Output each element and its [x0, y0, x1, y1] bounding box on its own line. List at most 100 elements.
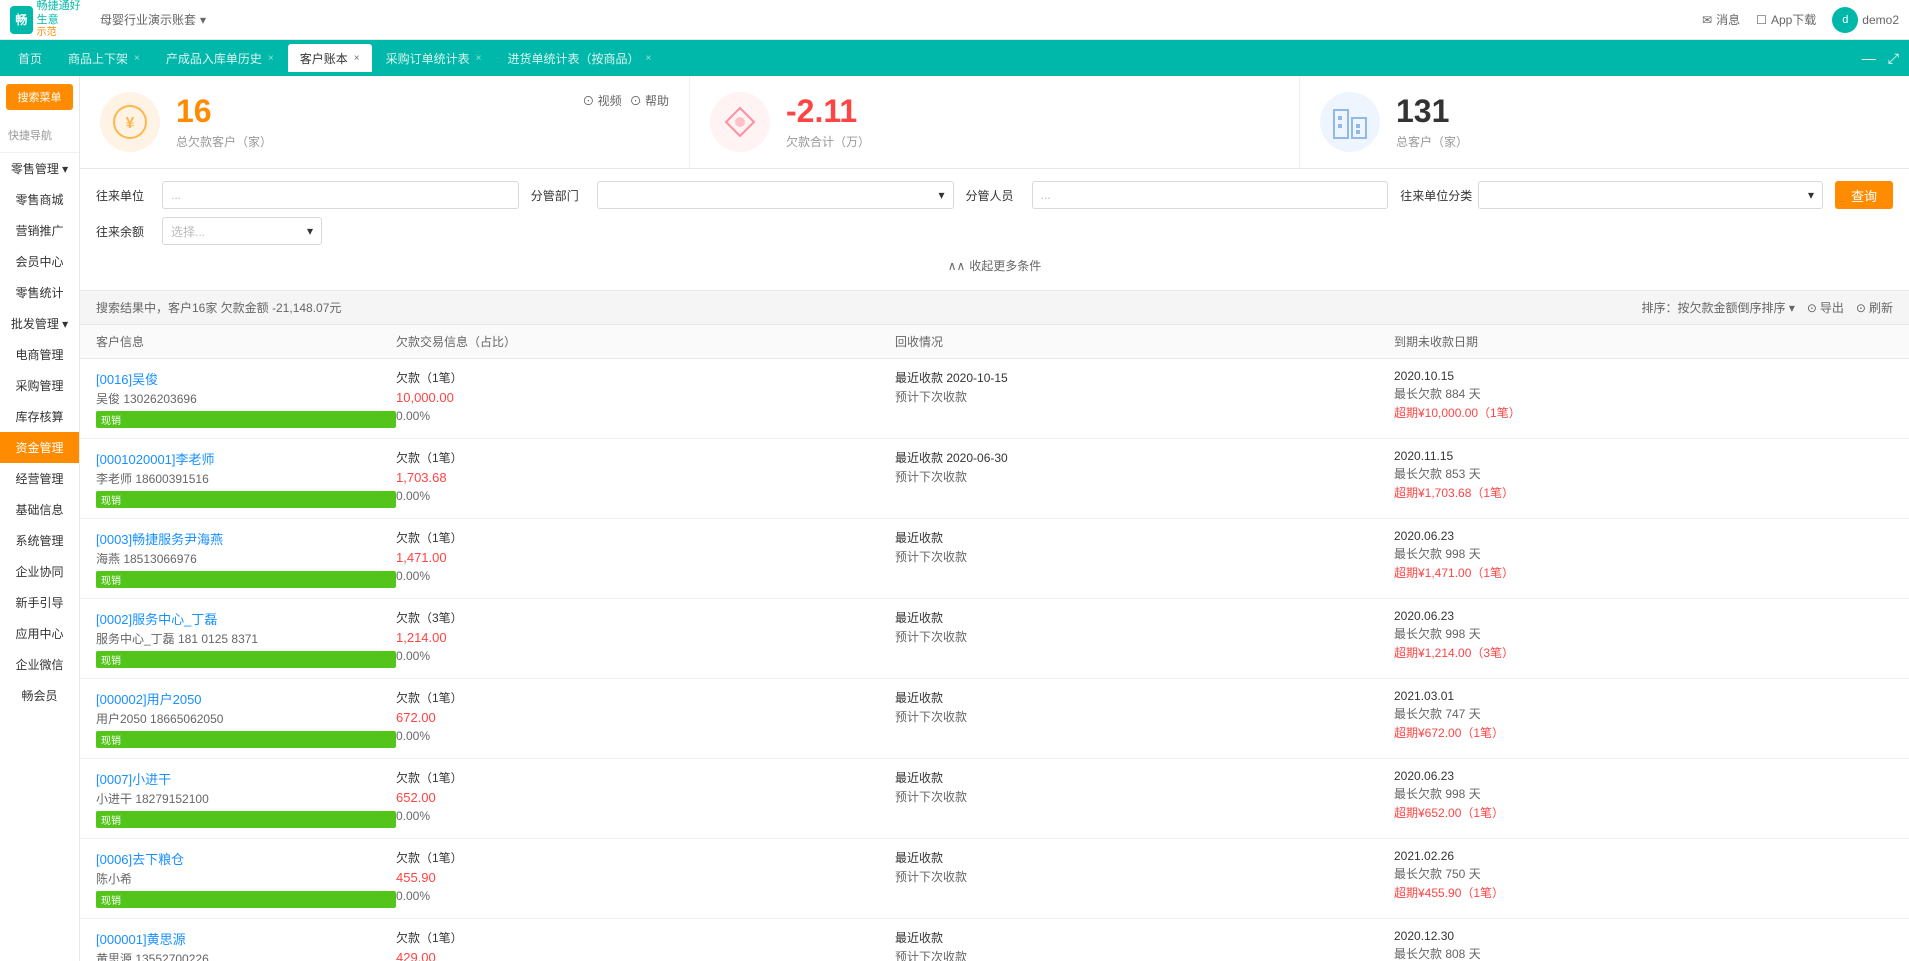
filter-input-person[interactable]: ... — [1032, 181, 1389, 209]
sidebar-item-wholesale-management[interactable]: 批发管理 ▾ — [0, 308, 79, 339]
overdue-date: 2020.12.30 — [1394, 929, 1893, 943]
store-selector[interactable]: 母婴行业演示账套 ▾ — [100, 11, 206, 28]
tab-close-purchase-stats[interactable]: × — [645, 53, 651, 64]
stat-video-link[interactable]: ⊙ 视频 — [582, 92, 621, 109]
stat-icon-diamond — [710, 92, 770, 152]
debt-count: 欠款（1笔） — [396, 369, 895, 386]
main-layout: 搜索菜单 快捷导航 零售管理 ▾ 零售商城 营销推广 会员中心 零售统计 批发管… — [0, 76, 1909, 961]
overdue-link[interactable]: 超期¥672.00（1笔） — [1394, 724, 1893, 741]
sidebar-item-retail-stats[interactable]: 零售统计 — [0, 277, 79, 308]
filter-select-category[interactable]: ▾ — [1478, 181, 1823, 209]
sidebar-item-chang-member[interactable]: 畅会员 — [0, 680, 79, 711]
customer-name-link[interactable]: [0006]去下粮仓 — [96, 849, 396, 868]
refresh-button[interactable]: ⊙ 刷新 — [1856, 299, 1893, 316]
overdue-link[interactable]: 超期¥1,471.00（1笔） — [1394, 564, 1893, 581]
last-collection: 最近收款 — [895, 849, 1394, 866]
overdue-link[interactable]: 超期¥1,214.00（3笔） — [1394, 644, 1893, 661]
debt-info: 欠款（1笔） 1,471.00 0.00% — [396, 529, 895, 583]
overdue-link[interactable]: 超期¥652.00（1笔） — [1394, 804, 1893, 821]
stat-value-total-customers: 131 — [1396, 95, 1468, 127]
sidebar-item-basic-info[interactable]: 基础信息 — [0, 494, 79, 525]
sidebar-item-retail-mall[interactable]: 零售商城 — [0, 184, 79, 215]
debt-amount: 455.90 — [396, 870, 895, 885]
tab-close-customer-account[interactable]: × — [354, 53, 360, 64]
refresh-icon: ⊙ — [1856, 301, 1866, 315]
overdue-days: 最长欠款 750 天 — [1394, 865, 1893, 882]
overdue-info: 2020.06.23 最长欠款 998 天 超期¥1,471.00（1笔） — [1394, 529, 1893, 581]
collapse-button[interactable]: ∧∧ 收起更多条件 — [936, 253, 1054, 278]
sidebar-item-finance[interactable]: 资金管理 — [0, 432, 79, 463]
filter-label-person: 分管人员 — [966, 187, 1026, 204]
next-collection: 预计下次收款 — [895, 628, 1394, 645]
sidebar-item-marketing[interactable]: 营销推广 — [0, 215, 79, 246]
sidebar-item-enterprise-wechat[interactable]: 企业微信 — [0, 649, 79, 680]
overdue-link[interactable]: 超期¥10,000.00（1笔） — [1394, 404, 1893, 421]
search-button[interactable]: 查询 — [1835, 181, 1893, 209]
tab-minimize-btn[interactable]: — — [1858, 48, 1880, 69]
tab-close-product-shelf[interactable]: × — [134, 53, 140, 64]
user-menu[interactable]: d demo2 — [1832, 7, 1899, 33]
filter-label-dept: 分管部门 — [531, 187, 591, 204]
customer-name-link[interactable]: [0001020001]李老师 — [96, 449, 396, 468]
tab-maximize-btn[interactable]: ⤢ — [1884, 48, 1903, 69]
debt-amount: 1,703.68 — [396, 470, 895, 485]
overdue-days: 最长欠款 998 天 — [1394, 625, 1893, 642]
table-row: [0003]畅捷服务尹海燕 海燕 18513066976 现销 欠款（1笔） 1… — [80, 519, 1909, 599]
sidebar-item-enterprise-collab[interactable]: 企业协同 — [0, 556, 79, 587]
sidebar-item-retail-management[interactable]: 零售管理 ▾ — [0, 153, 79, 184]
customer-tag: 现销 — [96, 811, 396, 828]
customer-name-link[interactable]: [0007]小进干 — [96, 769, 396, 788]
tab-home[interactable]: 首页 — [6, 44, 54, 72]
sidebar-item-operations[interactable]: 经营管理 — [0, 463, 79, 494]
sidebar-search-btn[interactable]: 搜索菜单 — [6, 84, 73, 110]
sidebar-item-inventory[interactable]: 库存核算 — [0, 401, 79, 432]
tab-customer-account[interactable]: 客户账本 × — [288, 44, 372, 72]
overdue-link[interactable]: 超期¥455.90（1笔） — [1394, 884, 1893, 901]
message-btn[interactable]: ✉ 消息 — [1702, 11, 1740, 28]
debt-count: 欠款（3笔） — [396, 609, 895, 626]
collection-info: 最近收款 预计下次收款 — [895, 609, 1394, 645]
stat-info-total-customers: 131 总客户（家） — [1396, 95, 1468, 150]
tab-close-product-history[interactable]: × — [268, 53, 274, 64]
tab-close-purchase-order[interactable]: × — [476, 53, 482, 64]
overdue-link[interactable]: 超期¥1,703.68（1笔） — [1394, 484, 1893, 501]
filter-input-unit[interactable]: ... — [162, 181, 519, 209]
stat-help-link[interactable]: ⊙ 帮助 — [630, 92, 669, 109]
export-button[interactable]: ⊙ 导出 — [1807, 299, 1844, 316]
filter-item-category: 往来单位分类 ▾ — [1400, 181, 1823, 209]
collection-info: 最近收款 2020-06-30 预计下次收款 — [895, 449, 1394, 485]
filter-select-balance[interactable]: 选择... ▾ — [162, 217, 322, 245]
tab-purchase-order[interactable]: 采购订单统计表 × — [374, 44, 494, 72]
filter-select-dept[interactable]: ▾ — [597, 181, 954, 209]
debt-amount: 652.00 — [396, 790, 895, 805]
last-collection: 最近收款 — [895, 689, 1394, 706]
stat-card-total-customers: 131 总客户（家） — [1300, 76, 1909, 168]
result-actions: 排序：按欠款金额倒序排序 ▾ ⊙ 导出 ⊙ 刷新 — [1641, 299, 1893, 316]
sidebar-item-system[interactable]: 系统管理 — [0, 525, 79, 556]
debt-info: 欠款（1笔） 1,703.68 0.00% — [396, 449, 895, 503]
sidebar-item-new-guide[interactable]: 新手引导 — [0, 587, 79, 618]
sidebar-item-ecommerce[interactable]: 电商管理 — [0, 339, 79, 370]
sidebar-item-purchase[interactable]: 采购管理 — [0, 370, 79, 401]
customer-name-link[interactable]: [000002]用户2050 — [96, 689, 396, 708]
customer-name-link[interactable]: [0003]畅捷服务尹海燕 — [96, 529, 396, 548]
tab-purchase-stats[interactable]: 进货单统计表（按商品） × — [495, 44, 663, 72]
customer-info: [0002]服务中心_丁磊 服务中心_丁磊 181 0125 8371 现销 — [96, 609, 396, 668]
customer-info: [0001020001]李老师 李老师 18600391516 现销 — [96, 449, 396, 508]
customer-name-link[interactable]: [0016]吴俊 — [96, 369, 396, 388]
col-header-collection: 回收情况 — [895, 333, 1394, 350]
customer-name-link[interactable]: [000001]黄思源 — [96, 929, 396, 948]
customer-info: [0016]吴俊 吴俊 13026203696 现销 — [96, 369, 396, 428]
collection-info: 最近收款 预计下次收款 — [895, 849, 1394, 885]
tab-product-history[interactable]: 产成品入库单历史 × — [154, 44, 286, 72]
customer-name-link[interactable]: [0002]服务中心_丁磊 — [96, 609, 396, 628]
top-bar: 畅 畅捷通好生意 示范 母婴行业演示账套 ▾ ✉ 消息 ☐ App下载 d de… — [0, 0, 1909, 40]
sidebar-item-app-center[interactable]: 应用中心 — [0, 618, 79, 649]
tab-product-shelf[interactable]: 商品上下架 × — [56, 44, 152, 72]
app-download-btn[interactable]: ☐ App下载 — [1756, 11, 1816, 28]
table-row: [0006]去下粮仓 陈小希 现销 欠款（1笔） 455.90 0.00% 最近… — [80, 839, 1909, 919]
sidebar-item-member-center[interactable]: 会员中心 — [0, 246, 79, 277]
sidebar-search: 搜索菜单 — [0, 76, 79, 118]
overdue-date: 2020.10.15 — [1394, 369, 1893, 383]
stat-value-total-debt: -2.11 — [786, 95, 870, 127]
